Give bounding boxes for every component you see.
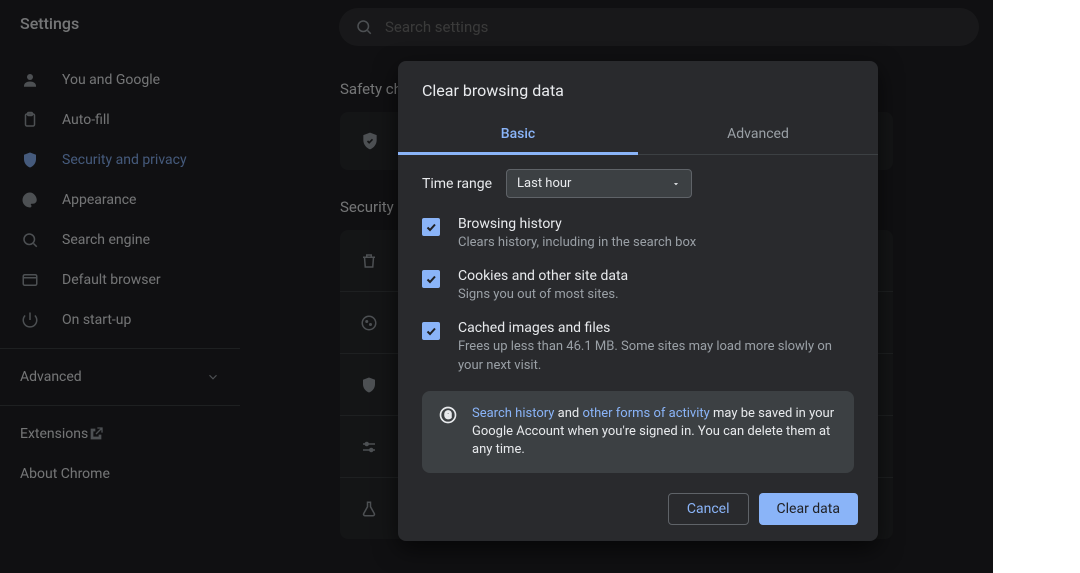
cookies-option[interactable]: Cookies and other site data Signs you out… xyxy=(422,268,854,304)
svg-text:G: G xyxy=(445,410,452,421)
checkbox-checked-icon[interactable] xyxy=(422,270,440,288)
option-sub: Signs you out of most sites. xyxy=(458,286,854,304)
dialog-title: Clear browsing data xyxy=(398,61,878,116)
google-account-info: G Search history and other forms of acti… xyxy=(422,391,854,474)
time-range-value: Last hour xyxy=(517,176,571,191)
chevron-down-icon xyxy=(671,179,681,189)
option-sub: Frees up less than 46.1 MB. Some sites m… xyxy=(458,338,854,374)
clear-browsing-data-dialog: Clear browsing data Basic Advanced Time … xyxy=(398,61,878,541)
option-title: Cookies and other site data xyxy=(458,268,854,284)
cached-images-option[interactable]: Cached images and files Frees up less tha… xyxy=(422,320,854,374)
search-history-link[interactable]: Search history xyxy=(472,406,554,421)
browsing-history-option[interactable]: Browsing history Clears history, includin… xyxy=(422,216,854,252)
tab-advanced[interactable]: Advanced xyxy=(638,116,878,154)
dialog-tabs: Basic Advanced xyxy=(398,116,878,155)
checkbox-checked-icon[interactable] xyxy=(422,322,440,340)
time-range-label: Time range xyxy=(422,176,492,192)
google-icon: G xyxy=(438,405,458,425)
option-sub: Clears history, including in the search … xyxy=(458,234,854,252)
checkbox-checked-icon[interactable] xyxy=(422,218,440,236)
time-range-select[interactable]: Last hour xyxy=(506,169,692,198)
option-title: Browsing history xyxy=(458,216,854,232)
clear-data-button[interactable]: Clear data xyxy=(759,493,858,525)
info-text: Search history and other forms of activi… xyxy=(472,405,838,460)
tab-basic[interactable]: Basic xyxy=(398,116,638,155)
option-title: Cached images and files xyxy=(458,320,854,336)
other-activity-link[interactable]: other forms of activity xyxy=(582,406,709,421)
cancel-button[interactable]: Cancel xyxy=(668,493,749,525)
